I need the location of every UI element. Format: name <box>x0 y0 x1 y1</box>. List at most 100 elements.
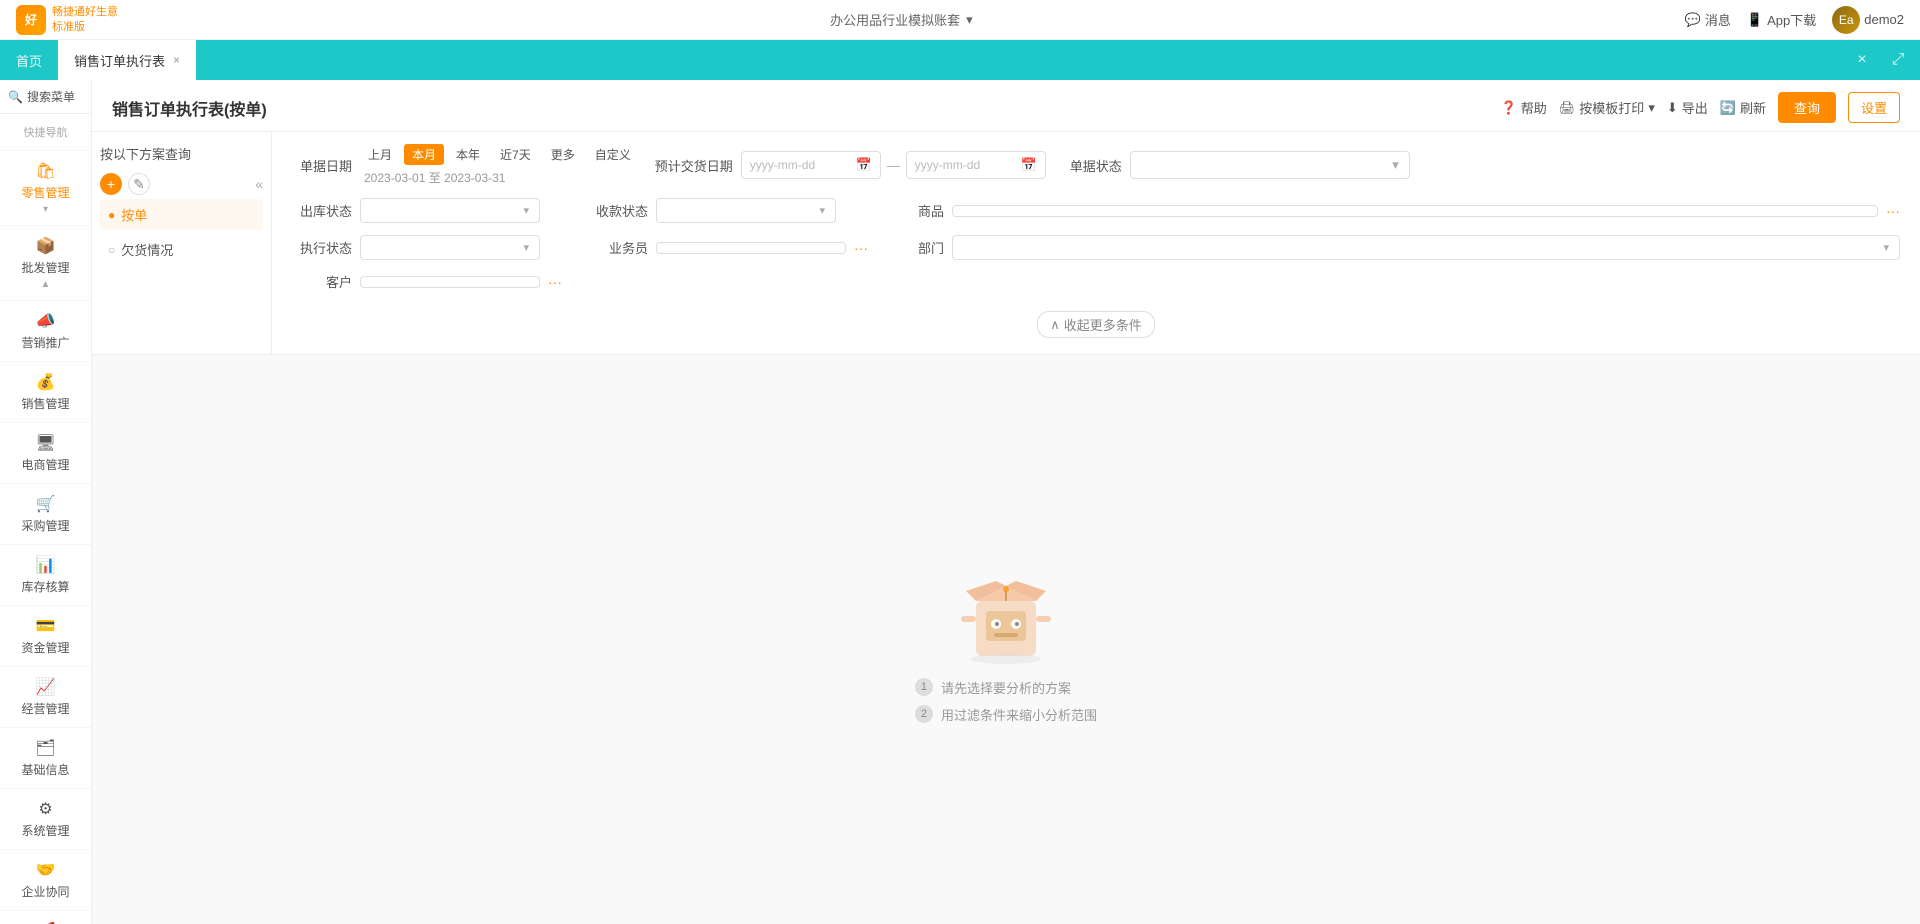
message-btn[interactable]: 💬 消息 <box>1685 10 1731 29</box>
collapse-scheme-btn[interactable]: « <box>255 176 263 192</box>
salesperson-label: 业务员 <box>588 238 648 257</box>
goods-select[interactable] <box>952 205 1878 217</box>
dropdown-icon: ▾ <box>966 12 973 28</box>
expected-date-start[interactable]: yyyy-mm-dd 📅 <box>741 151 881 179</box>
sidebar-item-retail[interactable]: 🛍 零售管理 ▾ <box>0 151 91 226</box>
finance-icon: 💳 <box>36 616 56 636</box>
tab-close-icon[interactable]: × <box>173 53 180 67</box>
settings-btn[interactable]: 设置 <box>1848 92 1900 123</box>
receipt-status-label: 收款状态 <box>588 201 648 220</box>
inventory-icon: 📊 <box>36 555 56 575</box>
tab-bar-right: × ⤢ <box>1848 46 1920 74</box>
logo-icon: 好 <box>16 5 46 35</box>
scheme-actions: + ✎ « <box>100 173 263 195</box>
sidebar-item-enterprise[interactable]: 🤝 企业协同 <box>0 850 91 911</box>
content-area: 销售订单执行表(按单) ❓ 帮助 🖨 按模板打印 ▾ ⬇ 导出 🔄 刷新 <box>92 80 1920 924</box>
sidebar-item-system[interactable]: ⚙ 系统管理 <box>0 789 91 850</box>
filter-row-2: 出库状态 ▾ 收款状态 ▾ 商品 <box>292 198 1900 223</box>
tab-sales-order[interactable]: 销售订单执行表 × <box>58 40 196 80</box>
exec-status-label: 执行状态 <box>292 238 352 257</box>
export-btn[interactable]: ⬇ 导出 <box>1667 98 1708 117</box>
empty-tip-1: 1 请先选择要分析的方案 <box>915 678 1097 697</box>
logo-text: 畅捷通好生意 标准版 <box>52 5 118 34</box>
tab-expand-btn[interactable]: ⤢ <box>1884 46 1912 74</box>
user-area[interactable]: Ea demo2 <box>1832 6 1904 34</box>
scheme-active-icon: ● <box>108 208 115 222</box>
print-template-btn[interactable]: 🖨 按模板打印 ▾ <box>1559 98 1655 117</box>
sidebar-item-ecommerce[interactable]: 🖥 电商管理 <box>0 423 91 484</box>
field-exec-status: 执行状态 ▾ <box>292 235 572 260</box>
add-scheme-btn[interactable]: + <box>100 173 122 195</box>
customer-label: 客户 <box>292 272 352 291</box>
scheme-inactive-icon: ○ <box>108 243 115 257</box>
scheme-item-credit[interactable]: ○ 欠货情况 <box>100 234 263 265</box>
date-separator: — <box>887 158 900 173</box>
avatar: Ea <box>1832 6 1860 34</box>
calendar-icon: 📅 <box>1021 157 1037 173</box>
salesperson-select[interactable] <box>656 242 846 254</box>
receipt-status-select[interactable]: ▾ <box>656 198 836 223</box>
date-range-display: 2023-03-01 至 2023-03-31 <box>364 169 639 186</box>
sidebar-item-operations[interactable]: 📈 经营管理 <box>0 667 91 728</box>
app-download-btn[interactable]: 📱 App下载 <box>1747 10 1816 29</box>
filter-row-4: 客户 ··· <box>292 272 1900 291</box>
salesperson-more-btn[interactable]: ··· <box>854 240 868 256</box>
single-date-label: 单据日期 <box>292 156 352 175</box>
operations-icon: 📈 <box>36 677 56 697</box>
ecommerce-icon: 🖥 <box>35 433 55 453</box>
field-customer: 客户 ··· <box>292 272 572 291</box>
arrow-icon: ▾ <box>43 204 48 215</box>
query-btn[interactable]: 查询 <box>1778 92 1836 123</box>
sidebar-item-purchase[interactable]: 🛒 采购管理 <box>0 484 91 545</box>
exec-status-select[interactable]: ▾ <box>360 235 540 260</box>
refresh-btn[interactable]: 🔄 刷新 <box>1720 98 1766 117</box>
sidebar-item-marketing[interactable]: 📣 营销推广 <box>0 301 91 362</box>
purchase-icon: 🛒 <box>36 494 56 514</box>
product-selector[interactable]: 办公用品行业模拟账套 ▾ <box>830 10 973 29</box>
date-tab-lastmonth[interactable]: 上月 <box>360 144 400 165</box>
data-area: 1 请先选择要分析的方案 2 用过滤条件来缩小分析范围 <box>92 355 1920 924</box>
page-title-bar: 销售订单执行表(按单) ❓ 帮助 🖨 按模板打印 ▾ ⬇ 导出 🔄 刷新 <box>92 80 1920 132</box>
department-select[interactable]: ▾ <box>952 235 1900 260</box>
search-menu-btn[interactable]: 🔍 搜索菜单 <box>0 80 91 114</box>
sidebar-item-finance[interactable]: 💳 资金管理 <box>0 606 91 667</box>
single-status-select[interactable]: ▾ <box>1130 151 1410 179</box>
sidebar-item-basic[interactable]: 🗂 基础信息 <box>0 728 91 789</box>
field-single-status: 单据状态 ▾ <box>1062 151 1900 179</box>
sidebar-item-wholesale[interactable]: 📦 批发管理 ▲ <box>0 226 91 301</box>
dropdown-icon: ▾ <box>1648 100 1655 116</box>
department-label: 部门 <box>884 238 944 257</box>
date-tab-custom[interactable]: 自定义 <box>587 144 639 165</box>
sidebar-item-sales[interactable]: 💰 销售管理 <box>0 362 91 423</box>
customer-select[interactable] <box>360 276 540 288</box>
page-actions: ❓ 帮助 🖨 按模板打印 ▾ ⬇ 导出 🔄 刷新 查询 设置 <box>1501 92 1900 123</box>
tab-close-window-btn[interactable]: × <box>1848 46 1876 74</box>
tab-home[interactable]: 首页 <box>0 40 58 80</box>
customer-more-btn[interactable]: ··· <box>548 274 562 290</box>
date-tab-7days[interactable]: 近7天 <box>492 144 539 165</box>
field-receipt-status: 收款状态 ▾ <box>588 198 868 223</box>
help-btn[interactable]: ❓ 帮助 <box>1501 98 1547 117</box>
top-header: 好 畅捷通好生意 标准版 办公用品行业模拟账套 ▾ 💬 消息 📱 App下载 E… <box>0 0 1920 40</box>
expected-date-end[interactable]: yyyy-mm-dd 📅 <box>906 151 1046 179</box>
app-icon: 📱 <box>1747 12 1763 28</box>
date-tab-thisyear[interactable]: 本年 <box>448 144 488 165</box>
scheme-item-by-order[interactable]: ● 按单 <box>100 199 263 230</box>
tab-bar: 首页 销售订单执行表 × × ⤢ <box>0 40 1920 80</box>
page-title: 销售订单执行表(按单) <box>112 96 267 120</box>
date-tab-thismonth[interactable]: 本月 <box>404 144 444 165</box>
system-icon: ⚙ <box>38 799 52 819</box>
main-layout: 🔍 搜索菜单 快捷导航 🛍 零售管理 ▾ 📦 批发管理 ▲ 📣 营销推广 💰 销… <box>0 80 1920 924</box>
field-expected-date: 预计交货日期 yyyy-mm-dd 📅 — yyyy-mm-dd 📅 <box>655 151 1046 179</box>
edit-scheme-btn[interactable]: ✎ <box>128 173 150 195</box>
dropdown-icon: ▾ <box>819 204 825 217</box>
out-status-label: 出库状态 <box>292 201 352 220</box>
scheme-title: 按以下方案查询 <box>100 144 263 163</box>
sidebar-item-inventory[interactable]: 📊 库存核算 <box>0 545 91 606</box>
empty-tip-2: 2 用过滤条件来缩小分析范围 <box>915 705 1097 724</box>
date-tab-more[interactable]: 更多 <box>543 144 583 165</box>
goods-more-btn[interactable]: ··· <box>1886 203 1900 219</box>
collapse-more-btn[interactable]: ∧ 收起更多条件 <box>1037 311 1155 338</box>
sidebar-item-newbie[interactable]: 🚀 新手引导 <box>0 911 91 924</box>
out-status-select[interactable]: ▾ <box>360 198 540 223</box>
